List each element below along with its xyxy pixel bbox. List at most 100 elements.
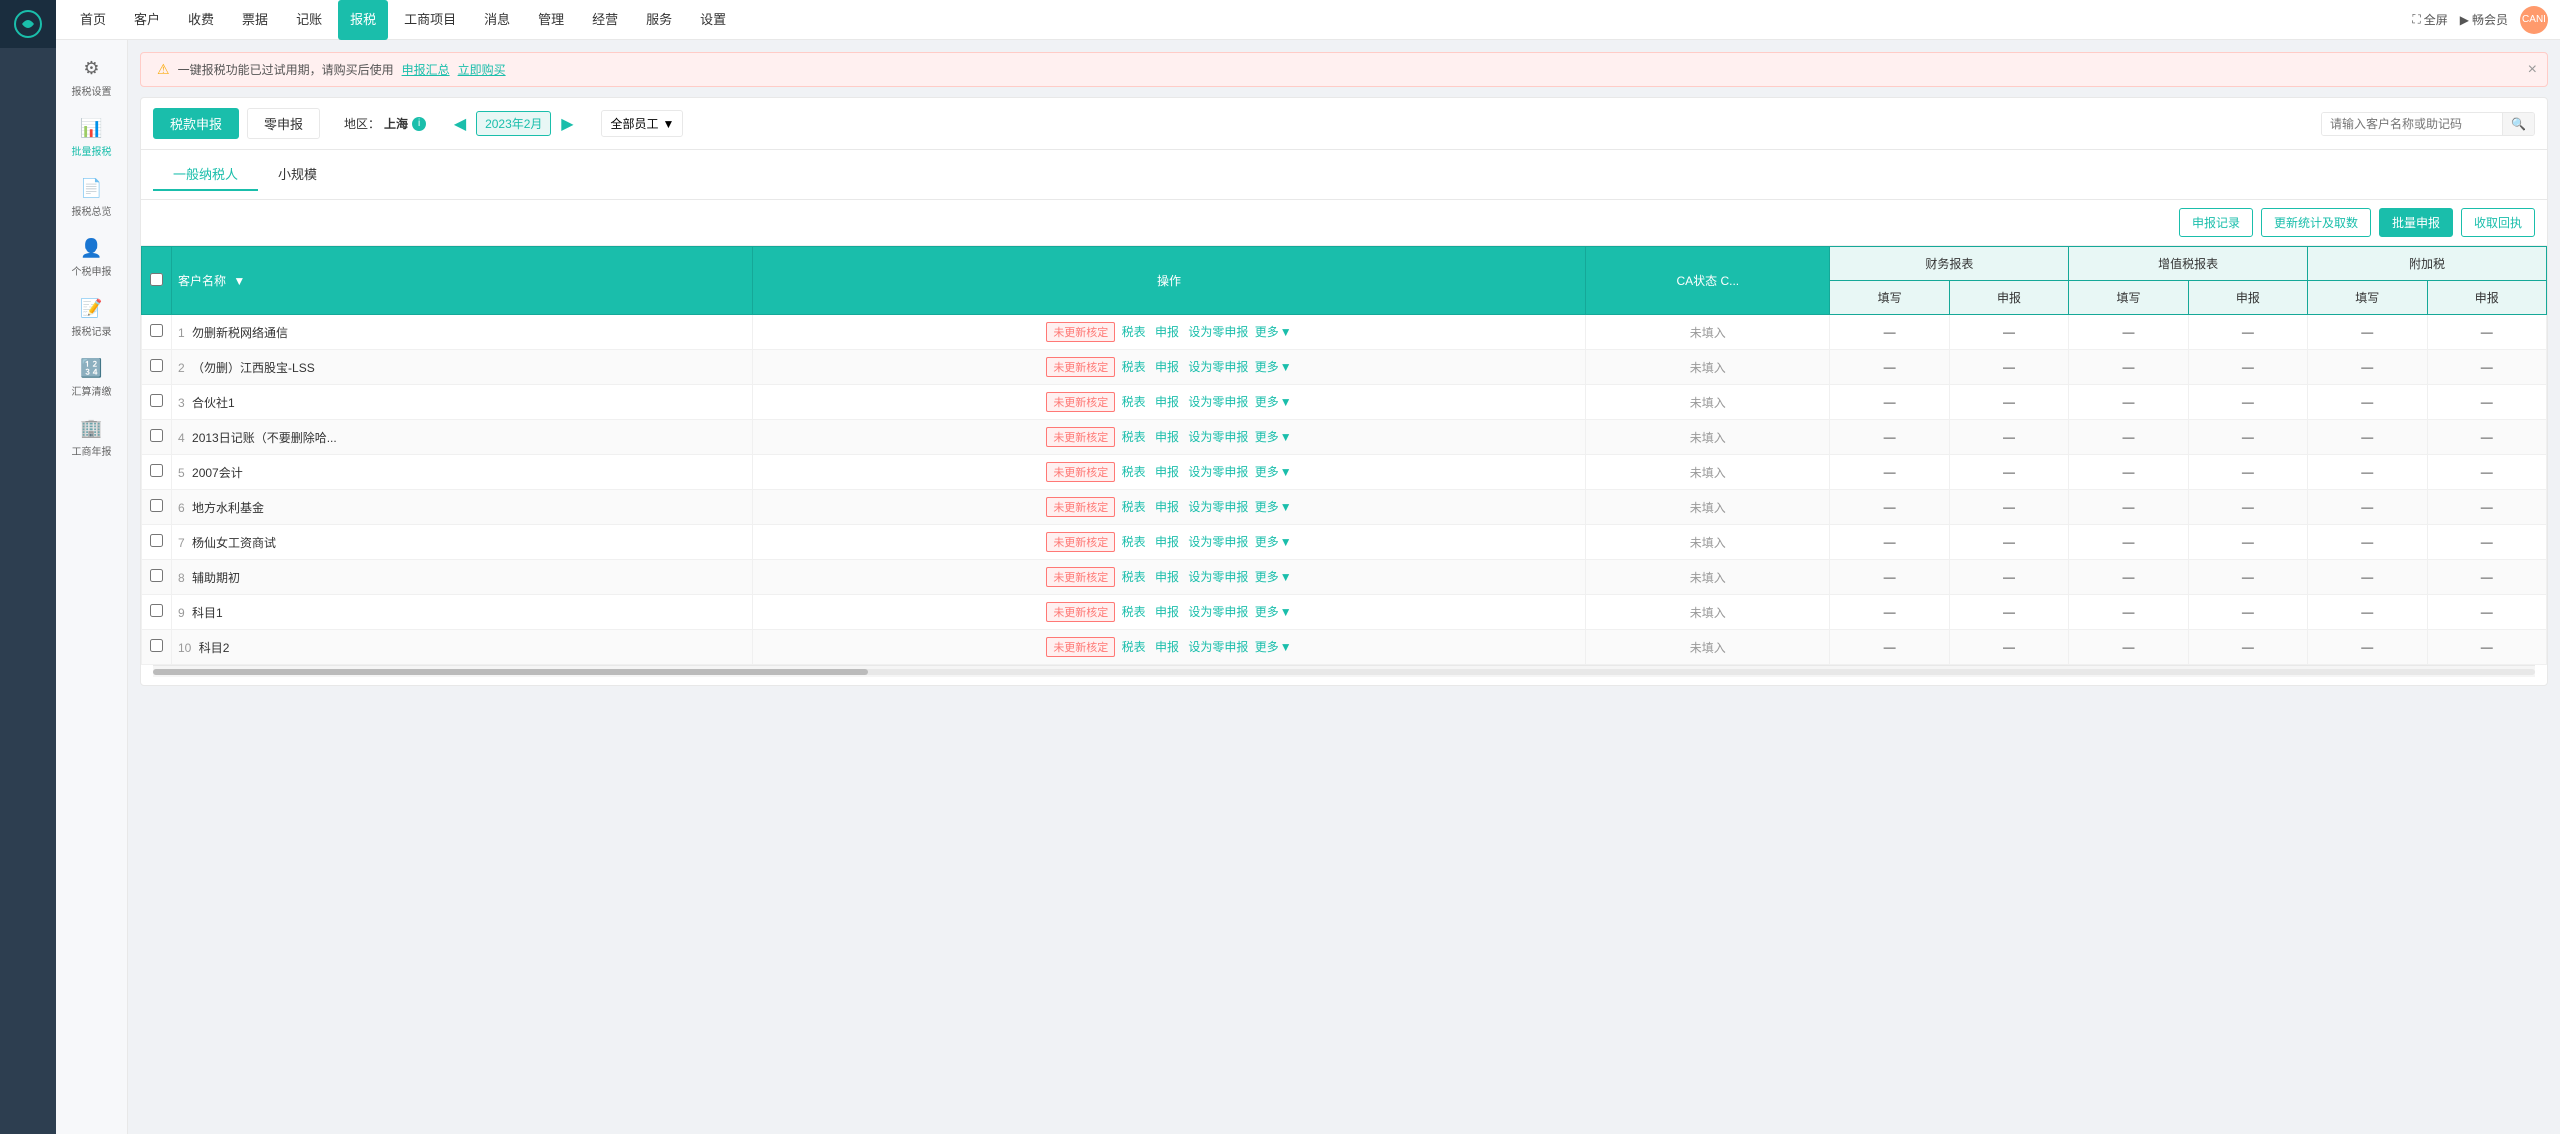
member-button[interactable]: ▶ 畅会员	[2460, 11, 2508, 28]
row-tax-link[interactable]: 税表	[1122, 500, 1146, 514]
row-more-button[interactable]: 更多▼	[1255, 463, 1292, 480]
row-more-button[interactable]: 更多▼	[1255, 358, 1292, 375]
row-declare-link[interactable]: 申报	[1155, 430, 1179, 444]
nav-client[interactable]: 客户	[122, 0, 172, 40]
row-checkbox[interactable]	[150, 394, 163, 407]
row-declare-link[interactable]: 申报	[1155, 570, 1179, 584]
row-set-zero-link[interactable]: 设为零申报	[1188, 325, 1248, 339]
banner-link-summary[interactable]: 申报汇总	[402, 61, 450, 78]
batch-declare-button[interactable]: 批量申报	[2379, 208, 2453, 237]
row-set-zero-link[interactable]: 设为零申报	[1188, 360, 1248, 374]
row-checkbox[interactable]	[150, 604, 163, 617]
row-more-button[interactable]: 更多▼	[1255, 638, 1292, 655]
row-set-zero-link[interactable]: 设为零申报	[1188, 395, 1248, 409]
nav-service[interactable]: 服务	[634, 0, 684, 40]
th-tax-fill: 填写	[2069, 281, 2188, 315]
row-tax-link[interactable]: 税表	[1122, 465, 1146, 479]
row-checkbox[interactable]	[150, 569, 163, 582]
nav-operation[interactable]: 经营	[580, 0, 630, 40]
sidebar-item-tax-overview[interactable]: 📄 报税总览	[56, 168, 127, 228]
sidebar-item-annual-report[interactable]: 🏢 工商年报	[56, 408, 127, 468]
nav-invoice[interactable]: 票据	[230, 0, 280, 40]
sidebar-item-tax-record[interactable]: 📝 报税记录	[56, 288, 127, 348]
row-finance-submit: —	[1949, 560, 2068, 595]
nav-home[interactable]: 首页	[68, 0, 118, 40]
sidebar-item-batch-tax[interactable]: 📊 批量报税	[56, 108, 127, 168]
nav-fee[interactable]: 收费	[176, 0, 226, 40]
tab-zero[interactable]: 零申报	[247, 108, 320, 139]
row-declare-link[interactable]: 申报	[1155, 395, 1179, 409]
row-tax-link[interactable]: 税表	[1122, 605, 1146, 619]
search-input[interactable]	[2322, 113, 2502, 135]
row-checkbox[interactable]	[150, 639, 163, 652]
scrollbar-thumb[interactable]	[153, 669, 868, 675]
row-declare-link[interactable]: 申报	[1155, 640, 1179, 654]
sidebar-item-tax-settings[interactable]: ⚙ 报税设置	[56, 48, 127, 108]
banner-close-button[interactable]: ×	[2528, 61, 2537, 79]
row-more-button[interactable]: 更多▼	[1255, 393, 1292, 410]
row-checkbox[interactable]	[150, 499, 163, 512]
row-declare-link[interactable]: 申报	[1155, 605, 1179, 619]
sidebar-item-clearance[interactable]: 🔢 汇算清缴	[56, 348, 127, 408]
banner-link-buy[interactable]: 立即购买	[458, 61, 506, 78]
fullscreen-button[interactable]: ⛶ 全屏	[2412, 11, 2447, 28]
select-all-checkbox[interactable]	[150, 273, 163, 286]
row-more-button[interactable]: 更多▼	[1255, 533, 1292, 550]
row-tax-link[interactable]: 税表	[1122, 325, 1146, 339]
tab-declare[interactable]: 税款申报	[153, 108, 239, 139]
scrollbar-track[interactable]	[153, 669, 2535, 675]
row-checkbox[interactable]	[150, 534, 163, 547]
row-checkbox[interactable]	[150, 429, 163, 442]
client-sort-icon[interactable]: ▼	[233, 274, 245, 288]
row-add-submit: —	[2427, 350, 2546, 385]
horizontal-scrollbar[interactable]	[153, 665, 2535, 677]
nav-message[interactable]: 消息	[472, 0, 522, 40]
row-declare-link[interactable]: 申报	[1155, 325, 1179, 339]
row-tax-link[interactable]: 税表	[1122, 535, 1146, 549]
date-next-button[interactable]: ▶	[557, 114, 577, 134]
row-no-name: 6 地方水利基金	[172, 490, 753, 525]
row-set-zero-link[interactable]: 设为零申报	[1188, 430, 1248, 444]
row-more-button[interactable]: 更多▼	[1255, 323, 1292, 340]
row-set-zero-link[interactable]: 设为零申报	[1188, 640, 1248, 654]
row-declare-link[interactable]: 申报	[1155, 465, 1179, 479]
nav-manage[interactable]: 管理	[526, 0, 576, 40]
region-info-icon[interactable]: i	[412, 117, 426, 131]
date-prev-button[interactable]: ◀	[450, 114, 470, 134]
avatar[interactable]: CANI	[2520, 6, 2548, 34]
row-declare-link[interactable]: 申报	[1155, 500, 1179, 514]
row-set-zero-link[interactable]: 设为零申报	[1188, 570, 1248, 584]
row-checkbox-cell	[142, 595, 172, 630]
row-more-button[interactable]: 更多▼	[1255, 603, 1292, 620]
search-button[interactable]: 🔍	[2502, 113, 2534, 135]
nav-tax[interactable]: 报税	[338, 0, 388, 40]
row-declare-link[interactable]: 申报	[1155, 360, 1179, 374]
declare-record-button[interactable]: 申报记录	[2179, 208, 2253, 237]
retrieve-button[interactable]: 收取回执	[2461, 208, 2535, 237]
sidebar-item-personal-tax[interactable]: 👤 个税申报	[56, 228, 127, 288]
row-tax-link[interactable]: 税表	[1122, 395, 1146, 409]
row-set-zero-link[interactable]: 设为零申报	[1188, 500, 1248, 514]
row-tax-link[interactable]: 税表	[1122, 640, 1146, 654]
nav-biz[interactable]: 工商项目	[392, 0, 468, 40]
sub-tab-general[interactable]: 一般纳税人	[153, 158, 258, 191]
row-checkbox[interactable]	[150, 324, 163, 337]
row-set-zero-link[interactable]: 设为零申报	[1188, 465, 1248, 479]
row-more-button[interactable]: 更多▼	[1255, 498, 1292, 515]
row-declare-link[interactable]: 申报	[1155, 535, 1179, 549]
update-stats-button[interactable]: 更新统计及取数	[2261, 208, 2371, 237]
sub-tab-small[interactable]: 小规模	[258, 158, 337, 191]
row-checkbox[interactable]	[150, 464, 163, 477]
row-finance-fill: —	[1830, 630, 1949, 665]
row-more-button[interactable]: 更多▼	[1255, 428, 1292, 445]
nav-accounting[interactable]: 记账	[284, 0, 334, 40]
row-tax-link[interactable]: 税表	[1122, 570, 1146, 584]
staff-dropdown[interactable]: 全部员工 ▼	[601, 110, 683, 137]
row-checkbox[interactable]	[150, 359, 163, 372]
row-more-button[interactable]: 更多▼	[1255, 568, 1292, 585]
nav-settings[interactable]: 设置	[688, 0, 738, 40]
row-set-zero-link[interactable]: 设为零申报	[1188, 605, 1248, 619]
row-tax-link[interactable]: 税表	[1122, 360, 1146, 374]
row-set-zero-link[interactable]: 设为零申报	[1188, 535, 1248, 549]
row-tax-link[interactable]: 税表	[1122, 430, 1146, 444]
